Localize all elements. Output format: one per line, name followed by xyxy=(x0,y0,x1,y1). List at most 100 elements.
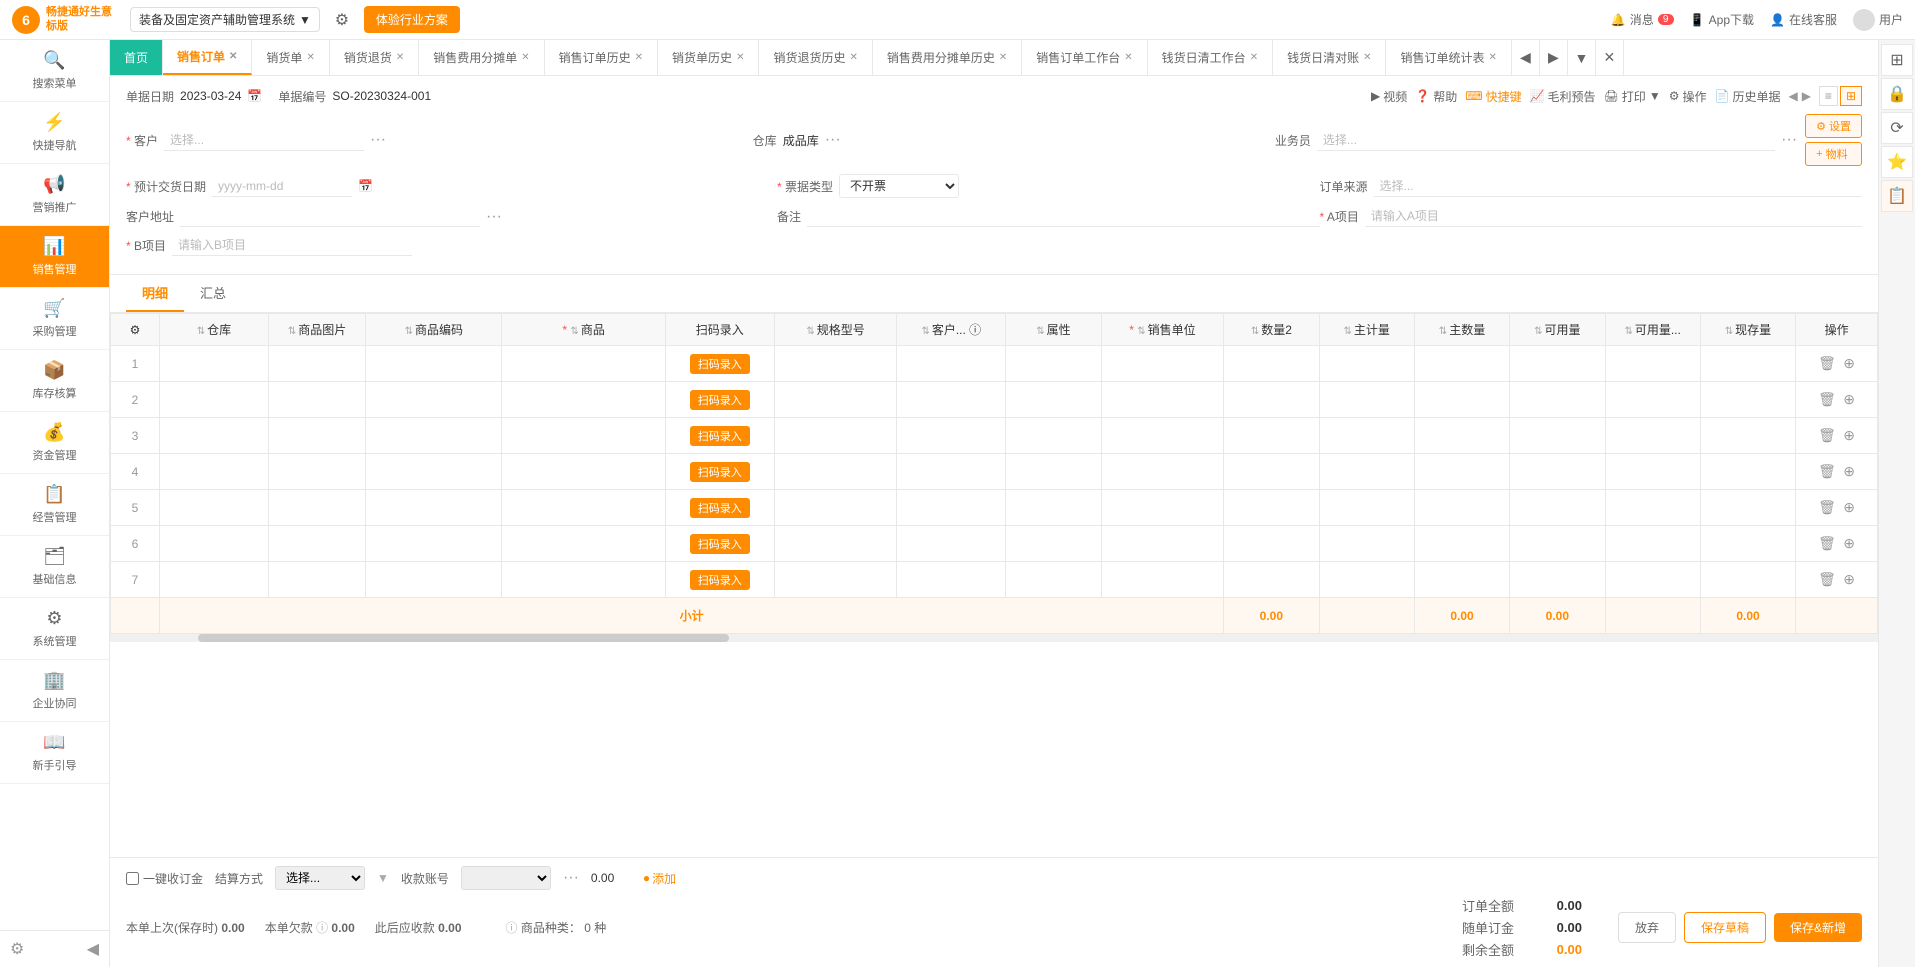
system-selector[interactable]: 装备及固定资产辅助管理系统 ▼ xyxy=(130,7,320,32)
row-qty2[interactable] xyxy=(1224,454,1319,490)
tab-daily-clear[interactable]: 钱货日清对账 ✕ xyxy=(1273,40,1386,75)
tab-sales-cost[interactable]: 销售费用分摊单 ✕ xyxy=(419,40,544,75)
row-available[interactable] xyxy=(1510,382,1605,418)
row-current[interactable] xyxy=(1700,418,1795,454)
tab-sales-workbench[interactable]: 销售订单工作台 ✕ xyxy=(1022,40,1147,75)
sidebar-item-marketing[interactable]: 📢 营销推广 xyxy=(0,164,109,226)
row-current[interactable] xyxy=(1700,490,1795,526)
row-warehouse[interactable] xyxy=(160,454,269,490)
row-warehouse[interactable] xyxy=(160,382,269,418)
row-delete-icon[interactable]: 🗑 xyxy=(1818,463,1836,479)
tab-next-btn[interactable]: ▶ xyxy=(1540,40,1568,75)
next-record-btn[interactable]: ▶ xyxy=(1802,89,1811,103)
row-available[interactable] xyxy=(1510,562,1605,598)
add-product-quick-btn[interactable]: + 物料 xyxy=(1805,142,1862,166)
row-delete-icon[interactable]: 🗑 xyxy=(1818,535,1836,551)
row-warehouse[interactable] xyxy=(160,418,269,454)
row-main-unit[interactable] xyxy=(1319,382,1414,418)
row-copy-icon[interactable]: ⊕ xyxy=(1843,355,1855,371)
th-unit[interactable]: ⇅销售单位 xyxy=(1101,314,1224,346)
th-attr[interactable]: ⇅属性 xyxy=(1006,314,1101,346)
scan-btn[interactable]: 扫码录入 xyxy=(690,354,750,374)
th-scan[interactable]: 扫码录入 xyxy=(665,314,774,346)
row-unit[interactable] xyxy=(1101,418,1224,454)
row-available[interactable] xyxy=(1510,418,1605,454)
history-btn[interactable]: 📄 历史单据 xyxy=(1714,88,1780,105)
row-customer-code[interactable] xyxy=(897,562,1006,598)
row-qty2[interactable] xyxy=(1224,418,1319,454)
tab-sales-stats[interactable]: 销售订单统计表 ✕ xyxy=(1386,40,1511,75)
th-customer-code[interactable]: ⇅客户... ⓘ xyxy=(897,314,1006,346)
tab-menu-btn[interactable]: ▼ xyxy=(1568,40,1596,75)
row-copy-icon[interactable]: ⊕ xyxy=(1843,427,1855,443)
th-settings[interactable]: ⚙ xyxy=(111,314,160,346)
row-delete-icon[interactable]: 🗑 xyxy=(1818,499,1836,515)
row-spec[interactable] xyxy=(774,490,897,526)
row-scan[interactable]: 扫码录入 xyxy=(665,418,774,454)
row-current[interactable] xyxy=(1700,526,1795,562)
row-scan[interactable]: 扫码录入 xyxy=(665,526,774,562)
row-unit[interactable] xyxy=(1101,526,1224,562)
row-scan[interactable]: 扫码录入 xyxy=(665,490,774,526)
tab-close-sales-slip[interactable]: ✕ xyxy=(306,52,314,63)
row-available2[interactable] xyxy=(1605,490,1700,526)
b-project-input[interactable] xyxy=(172,235,412,256)
sidebar-item-base[interactable]: 🗂 基础信息 xyxy=(0,536,109,598)
row-main-qty[interactable] xyxy=(1414,490,1509,526)
sidebar-collapse-icon[interactable]: ◀ xyxy=(87,939,99,959)
row-product[interactable] xyxy=(502,382,665,418)
warehouse-more-btn[interactable]: ··· xyxy=(825,131,841,149)
save-new-button[interactable]: 保存&新增 xyxy=(1774,913,1862,942)
row-code[interactable] xyxy=(366,490,502,526)
row-product[interactable] xyxy=(502,454,665,490)
card-view-btn[interactable]: ⊞ xyxy=(1840,86,1862,106)
delivery-date-input[interactable] xyxy=(212,176,352,197)
row-available2[interactable] xyxy=(1605,454,1700,490)
row-qty2[interactable] xyxy=(1224,562,1319,598)
row-scan[interactable]: 扫码录入 xyxy=(665,346,774,382)
overdue-info-icon[interactable]: ⓘ xyxy=(316,921,328,935)
tab-sales-slip[interactable]: 销货单 ✕ xyxy=(252,40,329,75)
row-main-unit[interactable] xyxy=(1319,418,1414,454)
th-warehouse[interactable]: ⇅仓库 xyxy=(160,314,269,346)
table-scrollbar[interactable] xyxy=(110,634,1878,642)
row-available2[interactable] xyxy=(1605,382,1700,418)
row-unit[interactable] xyxy=(1101,490,1224,526)
detail-tab-mingxi[interactable]: 明细 xyxy=(126,275,184,312)
row-warehouse[interactable] xyxy=(160,562,269,598)
sidebar-item-search[interactable]: 🔍 搜索菜单 xyxy=(0,40,109,102)
tab-sales-cost-history[interactable]: 销售费用分摊单历史 ✕ xyxy=(873,40,1022,75)
notification-item[interactable]: 🔔 消息 9 xyxy=(1611,11,1674,28)
tab-daily-clear-workbench[interactable]: 钱货日清工作台 ✕ xyxy=(1148,40,1273,75)
profit-btn[interactable]: 📈 毛利预告 xyxy=(1530,88,1596,105)
row-code[interactable] xyxy=(366,382,502,418)
scan-btn[interactable]: 扫码录入 xyxy=(690,498,750,518)
row-customer-code[interactable] xyxy=(897,418,1006,454)
one-click-checkbox[interactable] xyxy=(126,872,139,885)
row-delete-icon[interactable]: 🗑 xyxy=(1818,571,1836,587)
sidebar-item-guide[interactable]: 📖 新手引导 xyxy=(0,722,109,784)
row-qty2[interactable] xyxy=(1224,346,1319,382)
th-qty2[interactable]: ⇅数量2 xyxy=(1224,314,1319,346)
tab-close-dc[interactable]: ✕ xyxy=(1363,52,1371,63)
row-available[interactable] xyxy=(1510,454,1605,490)
tab-close-sales-cost[interactable]: ✕ xyxy=(521,52,529,63)
row-warehouse[interactable] xyxy=(160,526,269,562)
tab-sales-slip-history[interactable]: 销货单历史 ✕ xyxy=(658,40,759,75)
row-current[interactable] xyxy=(1700,346,1795,382)
row-copy-icon[interactable]: ⊕ xyxy=(1843,499,1855,515)
calendar-icon[interactable]: 📅 xyxy=(247,89,262,103)
sidebar-item-inventory[interactable]: 📦 库存核算 xyxy=(0,350,109,412)
qb-4[interactable]: ⭐ xyxy=(1881,146,1913,178)
row-qty2[interactable] xyxy=(1224,382,1319,418)
qb-5[interactable]: 📋 xyxy=(1881,180,1913,212)
sidebar-item-sales[interactable]: 📊 销售管理 xyxy=(0,226,109,288)
scan-btn[interactable]: 扫码录入 xyxy=(690,462,750,482)
scan-btn[interactable]: 扫码录入 xyxy=(690,390,750,410)
row-main-qty[interactable] xyxy=(1414,418,1509,454)
tab-close-sw[interactable]: ✕ xyxy=(1124,52,1132,63)
list-view-btn[interactable]: ≡ xyxy=(1819,86,1838,106)
tab-close-sales-order[interactable]: ✕ xyxy=(229,51,237,62)
add-btn[interactable]: ● 添加 xyxy=(643,870,676,887)
account-select[interactable] xyxy=(461,866,551,890)
